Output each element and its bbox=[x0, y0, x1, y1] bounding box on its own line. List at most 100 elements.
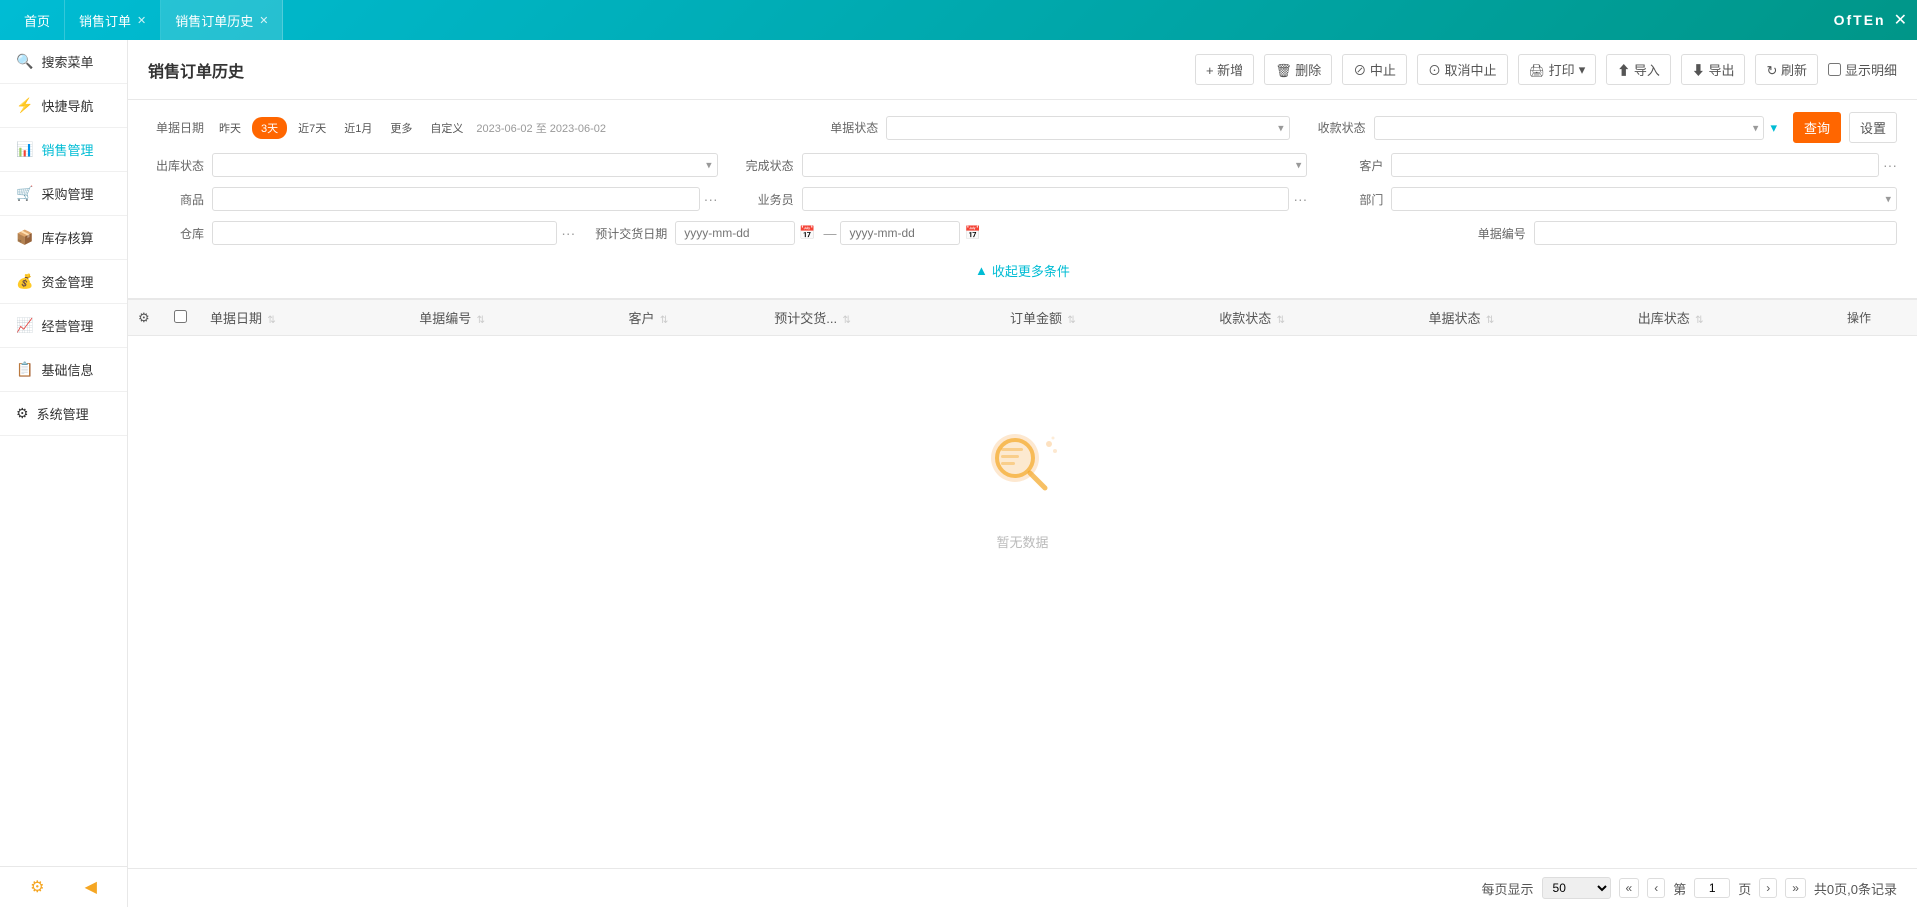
sidebar-item-search-menu[interactable]: 🔍 搜索菜单 bbox=[0, 40, 127, 84]
empty-state-row: 暂无数据 bbox=[128, 336, 1917, 592]
sidebar-item-sales-mgmt-label: 销售管理 bbox=[41, 140, 93, 159]
customer-dots[interactable]: ··· bbox=[1883, 157, 1897, 173]
th-bill-status: 单据状态 ⇅ bbox=[1418, 300, 1627, 336]
filter-area: 单据日期 昨天 3天 近7天 近1月 更多 自定义 2023-06-02 至 2… bbox=[128, 100, 1917, 299]
tab-sales-order-close[interactable]: ✕ bbox=[137, 14, 146, 27]
show-detail-toggle[interactable]: 显示明细 bbox=[1828, 60, 1897, 79]
import-button[interactable]: ⬆ 导入 bbox=[1606, 54, 1671, 85]
sort-out-status-icon[interactable]: ⇅ bbox=[1695, 315, 1703, 326]
th-payment-status: 收款状态 ⇅ bbox=[1209, 300, 1418, 336]
table-header-row: ⚙ 单据日期 ⇅ 单据编号 ⇅ bbox=[128, 300, 1917, 336]
sidebar-item-quick-nav[interactable]: ⚡ 快捷导航 bbox=[0, 84, 127, 128]
empty-text: 暂无数据 bbox=[996, 532, 1048, 551]
sort-customer-icon[interactable]: ⇅ bbox=[660, 315, 668, 326]
tab-sales-history[interactable]: 销售订单历史 ✕ bbox=[161, 0, 283, 40]
filter-department: 部门 bbox=[1327, 187, 1897, 211]
th-amount: 订单金额 ⇅ bbox=[1000, 300, 1209, 336]
tab-sales-order[interactable]: 销售订单 ✕ bbox=[65, 0, 161, 40]
tab-home-label: 首页 bbox=[24, 11, 50, 30]
tab-sales-history-close[interactable]: ✕ bbox=[259, 14, 268, 27]
sidebar-item-finance[interactable]: 💰 资金管理 bbox=[0, 260, 127, 304]
date-btn-3days[interactable]: 3天 bbox=[252, 117, 287, 139]
prev-page-btn[interactable]: ‹ bbox=[1647, 878, 1665, 898]
payment-status-select[interactable] bbox=[1374, 116, 1765, 140]
sidebar-item-sales-mgmt[interactable]: 📊 销售管理 bbox=[0, 128, 127, 172]
main-layout: 🔍 搜索菜单 ⚡ 快捷导航 📊 销售管理 🛒 采购管理 📦 库存核算 💰 资金管… bbox=[0, 40, 1917, 907]
stop-button[interactable]: ⊘ 中止 bbox=[1342, 54, 1407, 85]
filter-date: 单据日期 昨天 3天 近7天 近1月 更多 自定义 2023-06-02 至 2… bbox=[148, 117, 802, 139]
sort-payment-status-icon[interactable]: ⇅ bbox=[1277, 315, 1285, 326]
date-btn-more[interactable]: 更多 bbox=[383, 117, 419, 139]
customer-input[interactable] bbox=[1391, 153, 1879, 177]
calendar-to-icon[interactable]: 📅 bbox=[964, 225, 980, 241]
th-out-status-label: 出库状态 bbox=[1638, 311, 1690, 326]
top-bar-right: OfTEn ✕ bbox=[1834, 10, 1907, 30]
collapse-bar[interactable]: ▲ 收起更多条件 bbox=[148, 255, 1897, 286]
tab-sales-history-label: 销售订单历史 bbox=[175, 11, 253, 30]
warehouse-input[interactable] bbox=[212, 221, 557, 245]
sidebar-bottom: ⚙ ◀ bbox=[0, 866, 127, 907]
sort-bill-status-icon[interactable]: ⇅ bbox=[1486, 315, 1494, 326]
status-select[interactable] bbox=[886, 116, 1289, 140]
sidebar-settings-btn[interactable]: ⚙ bbox=[30, 877, 44, 897]
last-page-btn[interactable]: » bbox=[1785, 878, 1806, 898]
calendar-from-icon[interactable]: 📅 bbox=[799, 225, 815, 241]
table-footer: 每页显示 50 10 20 100 « ‹ 第 页 › » 共0页,0条记录 bbox=[128, 868, 1917, 907]
expected-date-from[interactable] bbox=[675, 221, 795, 245]
sidebar-item-system-mgmt[interactable]: ⚙ 系统管理 bbox=[0, 392, 127, 436]
refresh-button[interactable]: ↻ 刷新 bbox=[1755, 54, 1818, 85]
delivery-status-select[interactable] bbox=[212, 153, 718, 177]
print-button[interactable]: 🖨 打印 ▾ bbox=[1518, 54, 1597, 85]
date-btn-1month[interactable]: 近1月 bbox=[337, 117, 379, 139]
date-btn-7days[interactable]: 近7天 bbox=[291, 117, 333, 139]
filter-payment-status: 收款状态 ▾ bbox=[1310, 116, 1777, 140]
sidebar-collapse-btn[interactable]: ◀ bbox=[85, 877, 97, 897]
table-area: ⚙ 单据日期 ⇅ 单据编号 ⇅ bbox=[128, 299, 1917, 868]
topbar-close-btn[interactable]: ✕ bbox=[1894, 10, 1907, 30]
stop-btn-label: ⊘ 中止 bbox=[1353, 60, 1396, 79]
complete-status-select[interactable] bbox=[802, 153, 1308, 177]
first-page-btn[interactable]: « bbox=[1619, 878, 1640, 898]
delivery-status-select-wrap bbox=[212, 153, 718, 177]
sidebar-item-base-info[interactable]: 📋 基础信息 bbox=[0, 348, 127, 392]
next-page-btn[interactable]: › bbox=[1759, 878, 1777, 898]
sort-date-icon[interactable]: ⇅ bbox=[267, 315, 275, 326]
tab-home[interactable]: 首页 bbox=[10, 0, 65, 40]
sort-amount-icon[interactable]: ⇅ bbox=[1067, 315, 1075, 326]
new-button[interactable]: + 新增 bbox=[1195, 54, 1254, 85]
expected-date-to[interactable] bbox=[840, 221, 960, 245]
date-dash: — bbox=[823, 226, 836, 241]
delete-button[interactable]: 🗑 删除 bbox=[1264, 54, 1332, 85]
salesperson-dots[interactable]: ··· bbox=[1293, 191, 1307, 207]
payment-status-expand[interactable]: ▾ bbox=[1770, 120, 1777, 136]
date-btn-custom[interactable]: 自定义 bbox=[423, 117, 470, 139]
sidebar-item-operations[interactable]: 📈 经营管理 bbox=[0, 304, 127, 348]
page-size-select[interactable]: 50 10 20 100 bbox=[1542, 877, 1611, 899]
export-button[interactable]: ⬇ 导出 bbox=[1681, 54, 1746, 85]
filter-settings-button[interactable]: 设置 bbox=[1849, 112, 1897, 143]
sidebar-item-inventory[interactable]: 📦 库存核算 bbox=[0, 216, 127, 260]
date-btn-yesterday[interactable]: 昨天 bbox=[212, 117, 248, 139]
cancel-stop-button[interactable]: ⊙ 取消中止 bbox=[1417, 54, 1508, 85]
salesperson-input[interactable] bbox=[802, 187, 1290, 211]
sidebar-item-inventory-label: 库存核算 bbox=[41, 228, 93, 247]
goods-dots[interactable]: ··· bbox=[704, 191, 718, 207]
table-settings-icon[interactable]: ⚙ bbox=[138, 310, 150, 325]
show-detail-checkbox[interactable] bbox=[1828, 63, 1841, 76]
sidebar-item-base-info-label: 基础信息 bbox=[41, 360, 93, 379]
th-customer: 客户 ⇅ bbox=[619, 300, 765, 336]
date-range-display: 2023-06-02 至 2023-06-02 bbox=[476, 120, 606, 136]
page-input[interactable] bbox=[1694, 878, 1730, 898]
th-date-label: 单据日期 bbox=[210, 311, 262, 326]
query-button[interactable]: 查询 bbox=[1793, 112, 1841, 143]
warehouse-dots[interactable]: ··· bbox=[561, 225, 575, 241]
refresh-btn-label: ↻ 刷新 bbox=[1766, 60, 1807, 79]
voucher-no-input[interactable] bbox=[1534, 221, 1897, 245]
select-all-checkbox[interactable] bbox=[174, 310, 187, 323]
sidebar-item-purchase-mgmt[interactable]: 🛒 采购管理 bbox=[0, 172, 127, 216]
goods-input[interactable] bbox=[212, 187, 700, 211]
department-select[interactable] bbox=[1391, 187, 1897, 211]
sort-no-icon[interactable]: ⇅ bbox=[477, 315, 485, 326]
th-no: 单据编号 ⇅ bbox=[409, 300, 618, 336]
sort-delivery-icon[interactable]: ⇅ bbox=[842, 315, 850, 326]
